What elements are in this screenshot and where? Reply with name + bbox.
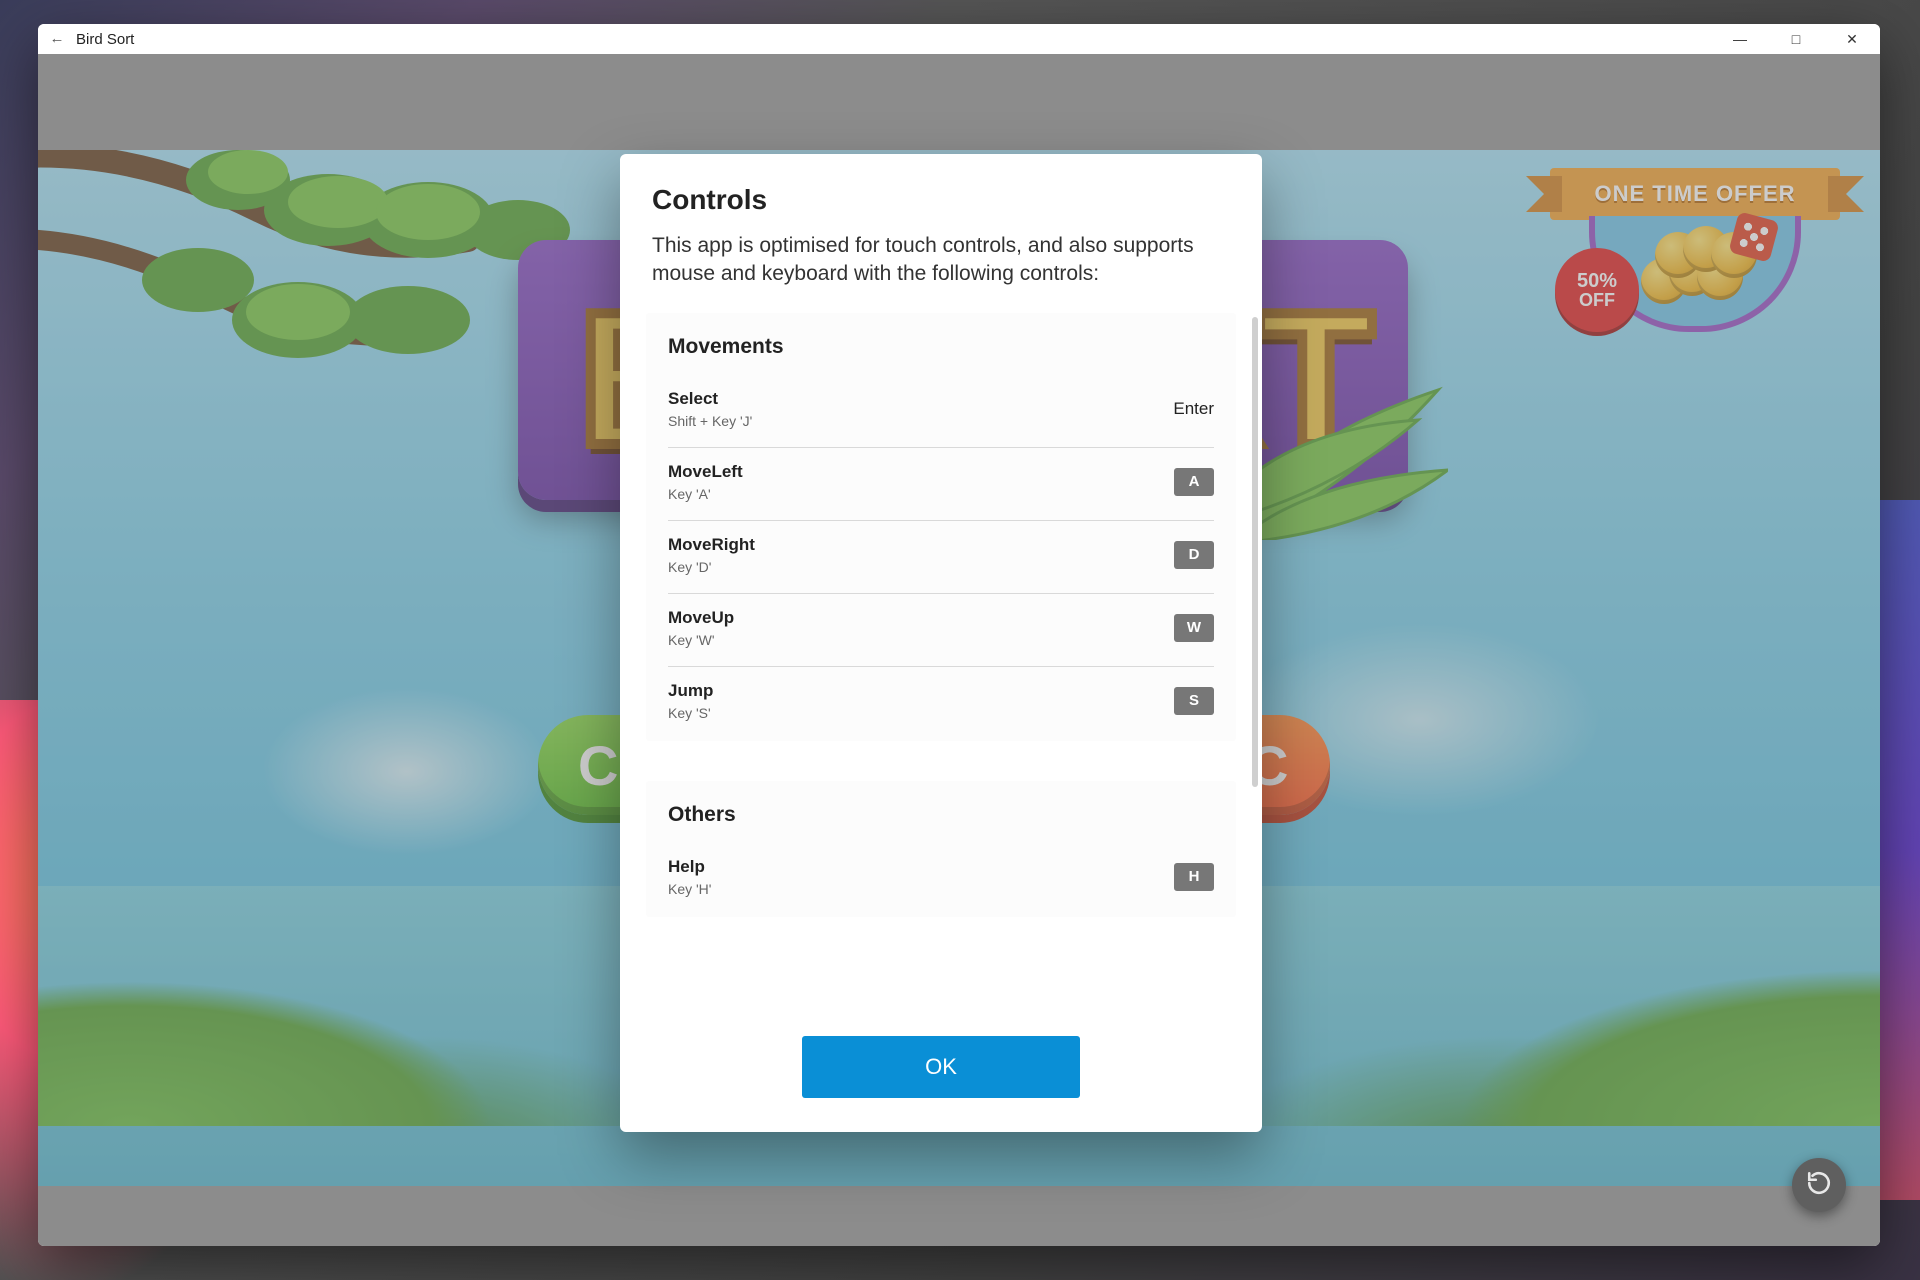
- control-row: Help Key 'H' H: [668, 843, 1214, 911]
- control-row: Jump Key 'S' S: [668, 667, 1214, 735]
- controls-dialog: Controls This app is optimised for touch…: [620, 154, 1262, 1132]
- titlebar: ← Bird Sort — □ ✕: [38, 24, 1880, 55]
- control-row: Select Shift + Key 'J' Enter: [668, 375, 1214, 448]
- control-name: Jump: [668, 681, 713, 701]
- control-subkey: Key 'H': [668, 881, 711, 897]
- key-display: S: [1174, 687, 1214, 715]
- control-subkey: Shift + Key 'J': [668, 413, 752, 429]
- control-name: Select: [668, 389, 752, 409]
- close-button[interactable]: ✕: [1824, 24, 1880, 54]
- control-subkey: Key 'S': [668, 705, 713, 721]
- control-subkey: Key 'W': [668, 632, 734, 648]
- back-button[interactable]: ←: [38, 24, 76, 54]
- control-name: MoveUp: [668, 608, 734, 628]
- key-display: W: [1174, 614, 1214, 642]
- window-title: Bird Sort: [76, 31, 134, 48]
- control-name: Help: [668, 857, 711, 877]
- key-display: H: [1174, 863, 1214, 891]
- section-movements: Movements Select Shift + Key 'J' Enter M…: [646, 313, 1236, 741]
- scrollbar-thumb[interactable]: [1252, 317, 1258, 787]
- letterbox-top: [38, 54, 1880, 150]
- ok-button[interactable]: OK: [802, 1036, 1080, 1098]
- section-others: Others Help Key 'H' H: [646, 781, 1236, 917]
- minimize-button[interactable]: —: [1712, 24, 1768, 54]
- control-row: MoveLeft Key 'A' A: [668, 448, 1214, 521]
- control-row: MoveUp Key 'W' W: [668, 594, 1214, 667]
- refresh-icon: [1806, 1170, 1832, 1201]
- maximize-button[interactable]: □: [1768, 24, 1824, 54]
- control-row: MoveRight Key 'D' D: [668, 521, 1214, 594]
- key-display: A: [1174, 468, 1214, 496]
- control-subkey: Key 'D': [668, 559, 755, 575]
- app-window: ← Bird Sort — □ ✕: [38, 24, 1880, 1246]
- control-name: MoveRight: [668, 535, 755, 555]
- control-name: MoveLeft: [668, 462, 743, 482]
- section-heading: Others: [668, 803, 1214, 827]
- refresh-fab[interactable]: [1792, 1158, 1846, 1212]
- dialog-subtitle: This app is optimised for touch controls…: [652, 232, 1230, 289]
- key-display: D: [1174, 541, 1214, 569]
- key-display: Enter: [1173, 399, 1214, 419]
- letterbox-bottom: [38, 1186, 1880, 1246]
- section-heading: Movements: [668, 335, 1214, 359]
- dialog-body[interactable]: Movements Select Shift + Key 'J' Enter M…: [620, 299, 1262, 1014]
- dialog-title: Controls: [652, 184, 1230, 216]
- control-subkey: Key 'A': [668, 486, 743, 502]
